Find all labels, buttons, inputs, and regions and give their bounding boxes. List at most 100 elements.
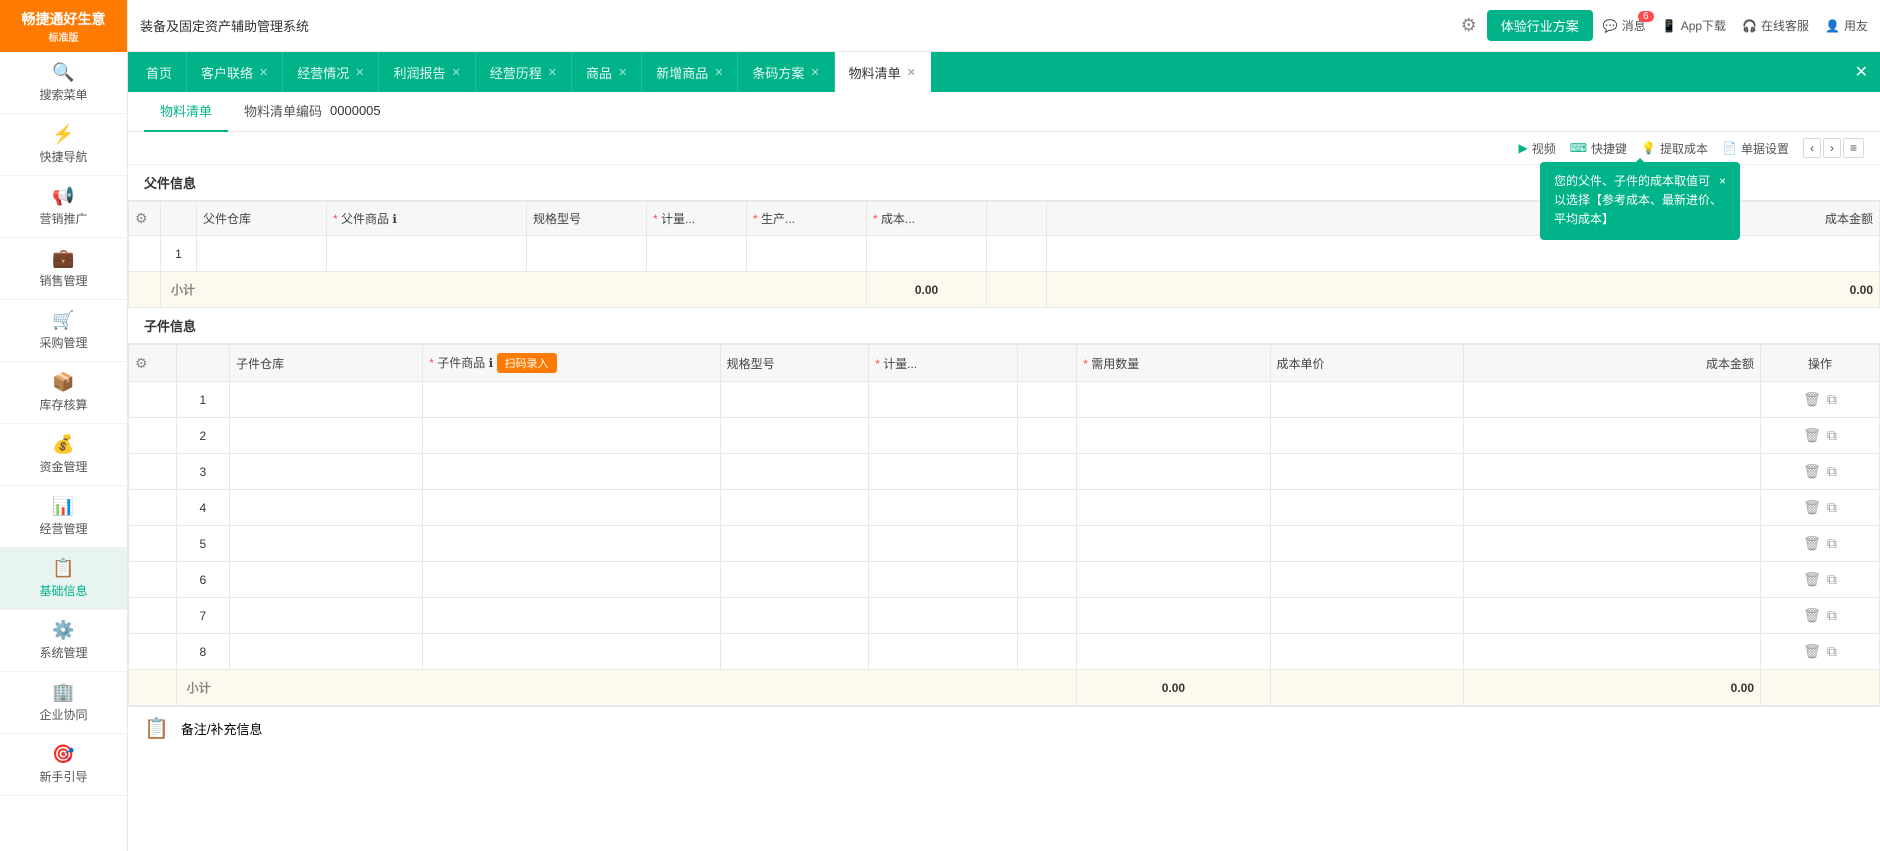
child-row-qty-0[interactable]	[1077, 382, 1270, 418]
child-row-spec-7[interactable]	[720, 634, 869, 670]
child-row-product-4[interactable]	[423, 526, 720, 562]
child-row-spec-3[interactable]	[720, 490, 869, 526]
close-tab-bom-button[interactable]: ✕	[907, 66, 916, 79]
nav-tab-home[interactable]: 首页	[132, 52, 187, 92]
child-row-warehouse-2[interactable]	[230, 454, 423, 490]
child-row-qty-5[interactable]	[1077, 562, 1270, 598]
child-row-qty-6[interactable]	[1077, 598, 1270, 634]
sidebar-item-system[interactable]: ⚙️系统管理	[0, 610, 127, 672]
delete-icon-2[interactable]: 🗑	[1803, 463, 1821, 480]
child-row-qty-4[interactable]	[1077, 526, 1270, 562]
copy-icon-6[interactable]: ⧉	[1827, 607, 1837, 624]
child-row-spec-1[interactable]	[720, 418, 869, 454]
child-row-cost-unit-6[interactable]	[1270, 598, 1463, 634]
trial-button[interactable]: 体验行业方案	[1487, 10, 1593, 41]
shortcut-button[interactable]: ⌨ 快捷键	[1570, 140, 1627, 157]
child-row-unit-2[interactable]	[869, 454, 1018, 490]
nav-tab-bom[interactable]: 物料清单✕	[835, 52, 931, 92]
child-row-product-5[interactable]	[423, 562, 720, 598]
child-row-qty-1[interactable]	[1077, 418, 1270, 454]
sidebar-item-search[interactable]: 🔍搜索菜单	[0, 52, 127, 114]
menu-arrow-button[interactable]: ≡	[1843, 138, 1864, 158]
tab-bom-list[interactable]: 物料清单	[144, 92, 228, 132]
child-row-cost-unit-4[interactable]	[1270, 526, 1463, 562]
child-row-unit-4[interactable]	[869, 526, 1018, 562]
service-button[interactable]: 🎧 在线客服	[1742, 17, 1809, 34]
close-tab-newgoods-button[interactable]: ✕	[714, 66, 723, 79]
child-row-product-3[interactable]	[423, 490, 720, 526]
child-row-unit-0[interactable]	[869, 382, 1018, 418]
delete-icon-1[interactable]: 🗑	[1803, 427, 1821, 444]
parent-row-product[interactable]	[327, 236, 527, 272]
child-row-warehouse-6[interactable]	[230, 598, 423, 634]
delete-icon-6[interactable]: 🗑	[1803, 607, 1821, 624]
settings-icon[interactable]: ⚙	[1461, 15, 1477, 36]
close-tab-history-button[interactable]: ✕	[548, 66, 557, 79]
child-row-product-0[interactable]	[423, 382, 720, 418]
child-row-product-6[interactable]	[423, 598, 720, 634]
nav-tab-operations[interactable]: 经营情况✕	[283, 52, 379, 92]
copy-icon-3[interactable]: ⧉	[1827, 499, 1837, 516]
copy-icon-5[interactable]: ⧉	[1827, 571, 1837, 588]
parent-row-production[interactable]	[747, 236, 867, 272]
child-row-spec-6[interactable]	[720, 598, 869, 634]
sidebar-item-quicknav[interactable]: ⚡快捷导航	[0, 114, 127, 176]
child-row-spec-2[interactable]	[720, 454, 869, 490]
child-gear-icon[interactable]: ⚙	[135, 355, 148, 371]
child-row-unit-7[interactable]	[869, 634, 1018, 670]
child-row-spec-5[interactable]	[720, 562, 869, 598]
parent-row-cost[interactable]	[867, 236, 987, 272]
child-row-qty-3[interactable]	[1077, 490, 1270, 526]
child-row-product-7[interactable]	[423, 634, 720, 670]
sidebar-item-operations[interactable]: 📊经营管理	[0, 486, 127, 548]
child-row-cost-unit-0[interactable]	[1270, 382, 1463, 418]
child-row-cost-unit-3[interactable]	[1270, 490, 1463, 526]
tooltip-close-button[interactable]: ×	[1719, 172, 1726, 191]
child-row-unit-5[interactable]	[869, 562, 1018, 598]
child-row-product-2[interactable]	[423, 454, 720, 490]
child-row-unit-1[interactable]	[869, 418, 1018, 454]
sidebar-item-marketing[interactable]: 📢营销推广	[0, 176, 127, 238]
child-row-spec-0[interactable]	[720, 382, 869, 418]
next-arrow-button[interactable]: ›	[1823, 138, 1841, 158]
sidebar-item-finance[interactable]: 💰资金管理	[0, 424, 127, 486]
nav-tab-barcode[interactable]: 条码方案✕	[738, 52, 834, 92]
child-row-cost-unit-2[interactable]	[1270, 454, 1463, 490]
child-row-spec-4[interactable]	[720, 526, 869, 562]
child-row-warehouse-7[interactable]	[230, 634, 423, 670]
close-tab-operations-button[interactable]: ✕	[355, 66, 364, 79]
document-settings-button[interactable]: 📄 单据设置	[1722, 140, 1789, 157]
child-row-warehouse-3[interactable]	[230, 490, 423, 526]
copy-icon-1[interactable]: ⧉	[1827, 427, 1837, 444]
delete-icon-3[interactable]: 🗑	[1803, 499, 1821, 516]
child-row-cost-unit-1[interactable]	[1270, 418, 1463, 454]
child-row-product-1[interactable]	[423, 418, 720, 454]
delete-icon-4[interactable]: 🗑	[1803, 535, 1821, 552]
close-tab-barcode-button[interactable]: ✕	[810, 66, 819, 79]
app-download-button[interactable]: 📱 App下载	[1662, 17, 1726, 34]
copy-icon-4[interactable]: ⧉	[1827, 535, 1837, 552]
delete-icon-0[interactable]: 🗑	[1803, 391, 1821, 408]
child-row-qty-2[interactable]	[1077, 454, 1270, 490]
view-video-button[interactable]: ▶ 视频	[1518, 140, 1555, 157]
extract-cost-button[interactable]: 💡 提取成本	[1641, 140, 1708, 157]
parent-row-warehouse[interactable]	[197, 236, 327, 272]
close-tab-profit-button[interactable]: ✕	[452, 66, 461, 79]
child-row-unit-6[interactable]	[869, 598, 1018, 634]
parent-gear-icon[interactable]: ⚙	[135, 210, 148, 226]
copy-icon-2[interactable]: ⧉	[1827, 463, 1837, 480]
parent-row-unit[interactable]	[647, 236, 747, 272]
delete-icon-7[interactable]: 🗑	[1803, 643, 1821, 660]
user-button[interactable]: 👤 用友	[1825, 17, 1868, 34]
sidebar-item-sales[interactable]: 💼销售管理	[0, 238, 127, 300]
message-button[interactable]: 💬 消息 6	[1603, 17, 1646, 34]
tab-bom-code[interactable]: 物料清单编码 0000005	[228, 92, 397, 132]
sidebar-item-guide[interactable]: 🎯新手引导	[0, 734, 127, 796]
nav-tab-newgoods[interactable]: 新增商品✕	[642, 52, 738, 92]
close-tab-customer-button[interactable]: ✕	[259, 66, 268, 79]
child-row-cost-unit-7[interactable]	[1270, 634, 1463, 670]
sidebar-item-inventory[interactable]: 📦库存核算	[0, 362, 127, 424]
copy-icon-7[interactable]: ⧉	[1827, 643, 1837, 660]
child-row-cost-unit-5[interactable]	[1270, 562, 1463, 598]
child-row-warehouse-5[interactable]	[230, 562, 423, 598]
